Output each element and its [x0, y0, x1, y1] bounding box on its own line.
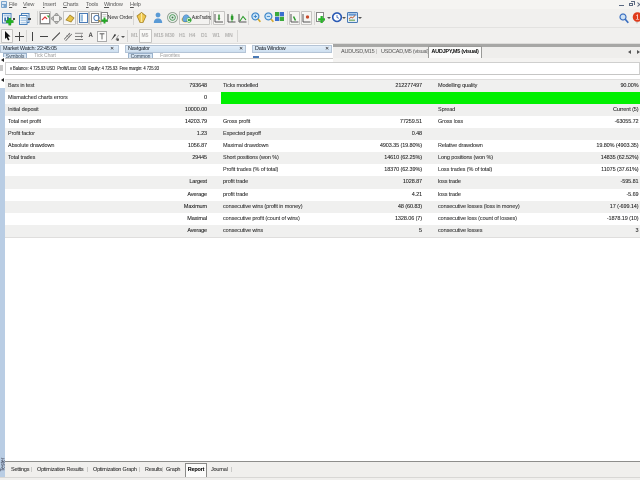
- svg-text:1: 1: [635, 13, 639, 22]
